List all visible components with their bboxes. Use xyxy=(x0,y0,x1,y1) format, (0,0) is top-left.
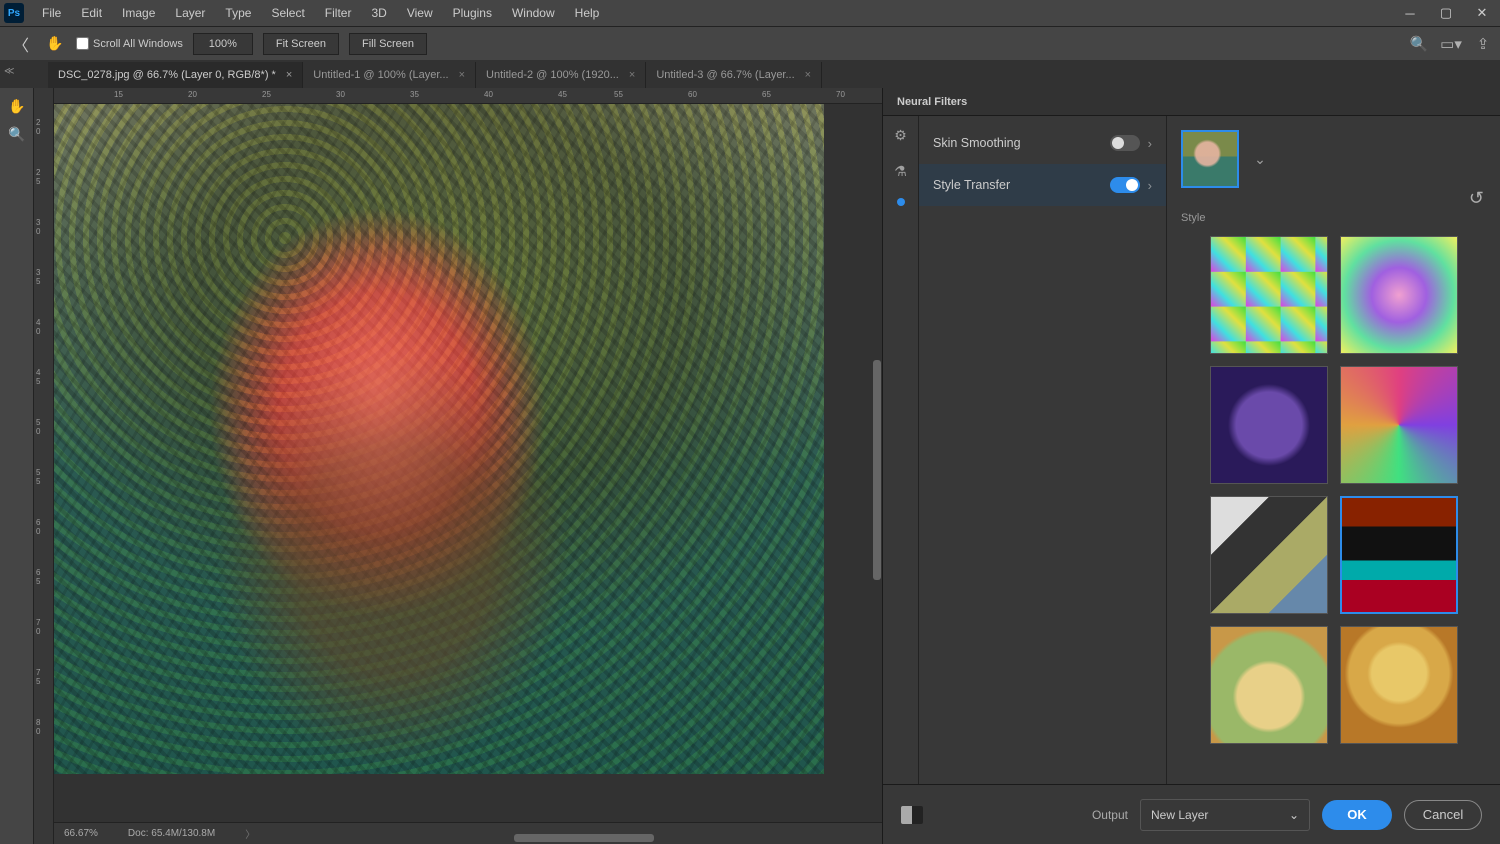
menu-image[interactable]: Image xyxy=(112,2,165,24)
ok-button[interactable]: OK xyxy=(1322,800,1392,830)
style-preset-1[interactable] xyxy=(1210,236,1328,354)
close-tab-icon[interactable]: × xyxy=(629,69,635,81)
search-icon[interactable]: 🔍 xyxy=(1410,35,1428,53)
active-category-indicator xyxy=(897,198,905,206)
document-tab[interactable]: Untitled-3 @ 66.7% (Layer... × xyxy=(646,62,822,88)
style-preset-3[interactable] xyxy=(1210,366,1328,484)
chevron-right-icon: › xyxy=(1148,178,1152,193)
home-back-button[interactable]: 〈 xyxy=(8,31,34,57)
close-tab-icon[interactable]: × xyxy=(286,69,292,81)
document-canvas[interactable] xyxy=(54,104,824,774)
tab-label: DSC_0278.jpg @ 66.7% (Layer 0, RGB/8*) * xyxy=(58,69,276,81)
menu-help[interactable]: Help xyxy=(565,2,610,24)
menu-type[interactable]: Type xyxy=(215,2,261,24)
close-button[interactable]: ✕ xyxy=(1464,0,1500,26)
tab-overflow-icon[interactable]: ≪ xyxy=(4,66,14,77)
document-tab[interactable]: Untitled-2 @ 100% (1920... × xyxy=(476,62,646,88)
menu-edit[interactable]: Edit xyxy=(71,2,112,24)
before-after-toggle-icon[interactable] xyxy=(901,806,923,824)
source-layer-dropdown[interactable]: ⌄ xyxy=(1249,148,1271,170)
horizontal-scrollbar[interactable] xyxy=(314,834,868,842)
scroll-all-windows-checkbox[interactable]: Scroll All Windows xyxy=(76,37,183,50)
fit-screen-button[interactable]: Fit Screen xyxy=(263,33,339,55)
reset-icon[interactable]: ↺ xyxy=(1469,188,1484,209)
tab-label: Untitled-2 @ 100% (1920... xyxy=(486,69,619,81)
output-dropdown[interactable]: New Layer⌄ xyxy=(1140,799,1310,831)
hand-tool[interactable]: ✋ xyxy=(0,92,34,120)
minimize-button[interactable]: ─ xyxy=(1392,0,1428,26)
close-tab-icon[interactable]: × xyxy=(459,69,465,81)
menu-layer[interactable]: Layer xyxy=(165,2,215,24)
horizontal-ruler: 1520253035404555606570 xyxy=(54,88,882,104)
style-preset-4[interactable] xyxy=(1340,366,1458,484)
style-preset-6[interactable] xyxy=(1340,496,1458,614)
menu-select[interactable]: Select xyxy=(261,2,314,24)
menu-view[interactable]: View xyxy=(397,2,443,24)
menu-3d[interactable]: 3D xyxy=(361,2,396,24)
zoom-readout: 66.67% xyxy=(64,828,98,839)
output-label: Output xyxy=(1092,808,1128,822)
chevron-down-icon: ⌄ xyxy=(1289,808,1299,822)
cancel-button[interactable]: Cancel xyxy=(1404,800,1482,830)
vertical-ruler: 20253035404550556065707580 xyxy=(34,88,54,844)
vertical-scrollbar[interactable] xyxy=(872,120,882,822)
source-preview-thumbnail[interactable] xyxy=(1181,130,1239,188)
doc-size-readout: Doc: 65.4M/130.8M xyxy=(128,828,215,839)
tab-label: Untitled-3 @ 66.7% (Layer... xyxy=(656,69,794,81)
style-section-label: Style xyxy=(1181,212,1486,224)
filter-style-transfer[interactable]: Style Transfer › xyxy=(919,164,1166,206)
app-logo: Ps xyxy=(4,3,24,23)
style-preset-8[interactable] xyxy=(1340,626,1458,744)
menu-plugins[interactable]: Plugins xyxy=(443,2,502,24)
document-tab[interactable]: DSC_0278.jpg @ 66.7% (Layer 0, RGB/8*) *… xyxy=(48,62,303,88)
filter-toggle[interactable] xyxy=(1110,135,1140,151)
filter-skin-smoothing[interactable]: Skin Smoothing › xyxy=(919,122,1166,164)
style-preset-7[interactable] xyxy=(1210,626,1328,744)
menu-window[interactable]: Window xyxy=(502,2,565,24)
zoom-level-field[interactable]: 100% xyxy=(193,33,253,55)
beaker-icon[interactable]: ⚗ xyxy=(892,162,910,180)
filter-label: Style Transfer xyxy=(933,178,1010,192)
workspace-switcher-icon[interactable]: ▭▾ xyxy=(1442,35,1460,53)
share-icon[interactable]: ⇪ xyxy=(1474,35,1492,53)
menu-filter[interactable]: Filter xyxy=(315,2,362,24)
style-preset-5[interactable] xyxy=(1210,496,1328,614)
status-bar: 66.67% Doc: 65.4M/130.8M 〉 xyxy=(54,822,882,844)
filter-toggle[interactable] xyxy=(1110,177,1140,193)
filter-label: Skin Smoothing xyxy=(933,136,1021,150)
tab-label: Untitled-1 @ 100% (Layer... xyxy=(313,69,448,81)
neural-filters-panel-tab: Neural Filters xyxy=(883,88,1500,116)
document-tab[interactable]: Untitled-1 @ 100% (Layer... × xyxy=(303,62,476,88)
zoom-tool[interactable]: 🔍 xyxy=(0,120,34,148)
maximize-button[interactable]: ▢ xyxy=(1428,0,1464,26)
hand-tool-icon: ✋ xyxy=(44,33,66,55)
chevron-right-icon: › xyxy=(1148,136,1152,151)
style-preset-2[interactable] xyxy=(1340,236,1458,354)
fill-screen-button[interactable]: Fill Screen xyxy=(349,33,427,55)
close-tab-icon[interactable]: × xyxy=(805,69,811,81)
filter-settings-icon[interactable]: ⚙ xyxy=(892,126,910,144)
menu-file[interactable]: File xyxy=(32,2,71,24)
